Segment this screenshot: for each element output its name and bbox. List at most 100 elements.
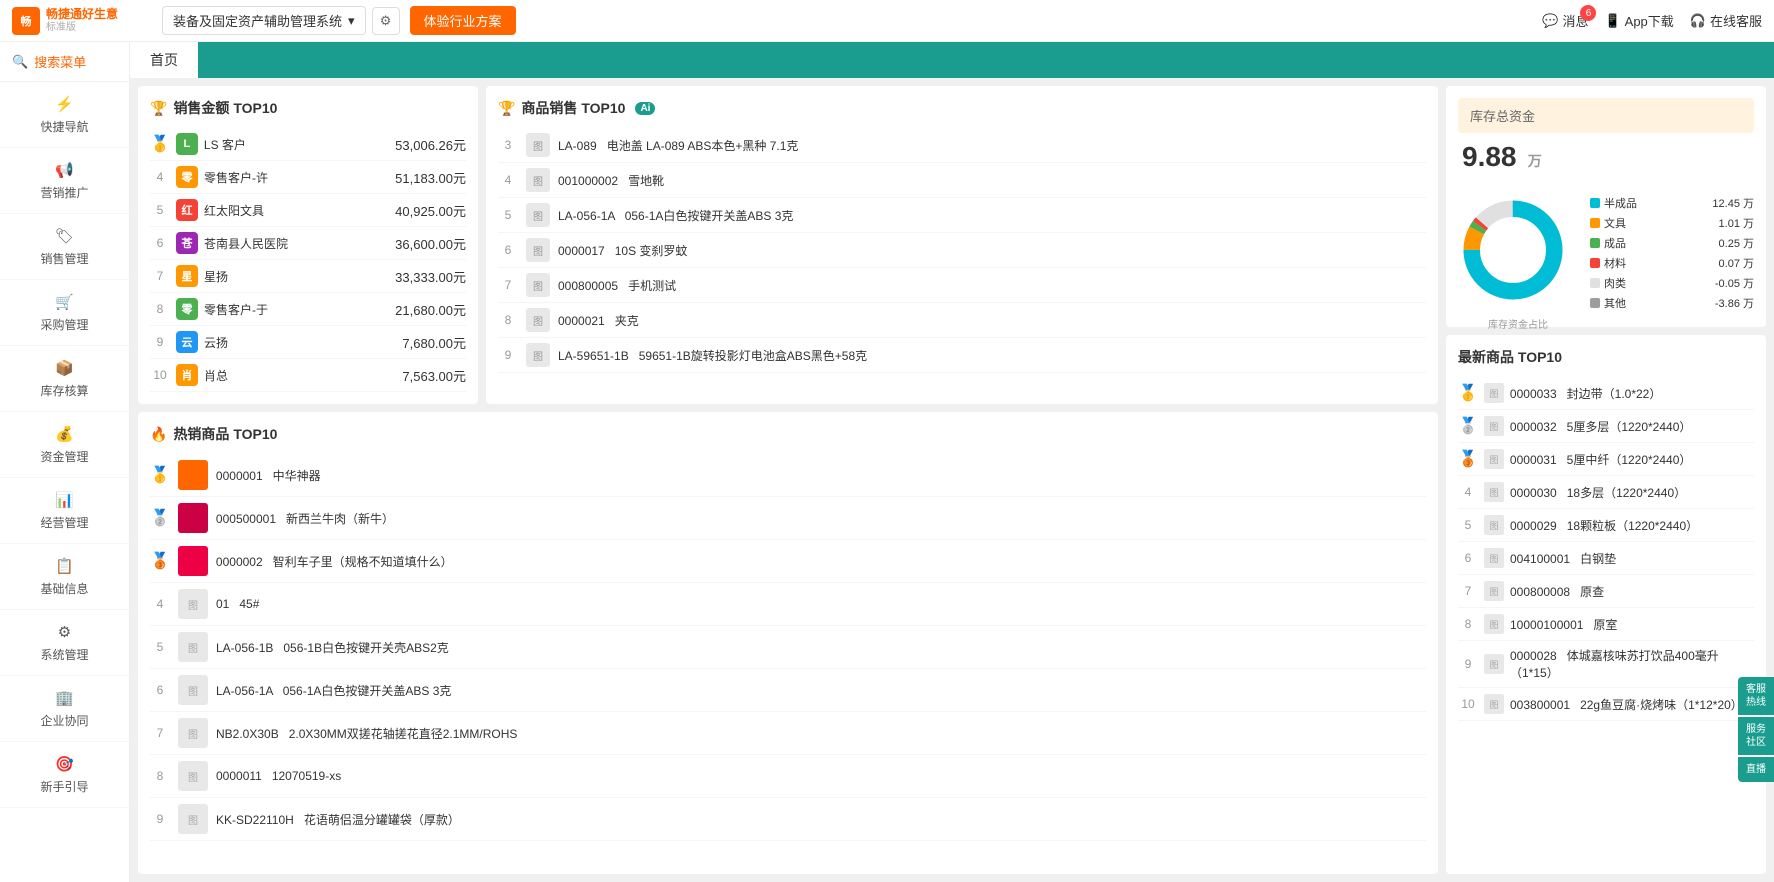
table-row: 7 星 星扬 33,333.00元 — [150, 260, 466, 293]
inventory-title: 库存总资金 — [1470, 106, 1535, 125]
legend-dot — [1590, 298, 1600, 308]
legend-dot — [1590, 278, 1600, 288]
product-thumb: 图 — [178, 804, 208, 834]
right-panel: 库存总资金 9.88 万 — [1446, 86, 1766, 874]
chart-label: 库存资金占比 — [1488, 316, 1548, 331]
list-item: 6 图 LA-056-1A 056-1A白色按键开关盖ABS 3克 — [150, 669, 1426, 712]
product-thumb: 图 — [526, 133, 550, 157]
list-item: 6 图 004100001 白钢垫 — [1458, 542, 1754, 575]
list-item: 5 图 LA-056-1B 056-1B白色按键开关壳ABS2克 — [150, 626, 1426, 669]
hot-products-title: 🔥 热销商品 TOP10 — [150, 424, 1426, 444]
gear-button[interactable]: ⚙ — [372, 7, 400, 35]
message-badge: 6 — [1580, 5, 1596, 21]
product-thumb: 图 — [1484, 515, 1504, 535]
sidebar-item-enterprise[interactable]: 🏢 企业协同 — [0, 676, 129, 742]
nav-tabs: 首页 — [130, 42, 1774, 78]
product-thumb: 图 — [526, 168, 550, 192]
sidebar-item-finance[interactable]: 💰 资金管理 — [0, 412, 129, 478]
sidebar-item-basic-info[interactable]: 📋 基础信息 — [0, 544, 129, 610]
legend-item: 成品 0.25 万 — [1590, 235, 1754, 251]
product-thumb: 图 — [526, 273, 550, 297]
basic-info-icon: 📋 — [55, 556, 75, 576]
top-row: 🏆 销售金额 TOP10 🥇 L LS 客户 53,006.26元 4 — [138, 86, 1438, 404]
inventory-top-bar: 库存总资金 — [1458, 98, 1754, 133]
list-item: 🥉 图 0000031 5厘中纤（1220*2440） — [1458, 443, 1754, 476]
table-row: 10 肖 肖总 7,563.00元 — [150, 359, 466, 392]
legend-dot — [1590, 198, 1600, 208]
latest-products-title: 最新商品 TOP10 — [1458, 347, 1754, 367]
service-button[interactable]: 🎧 在线客服 — [1690, 11, 1762, 30]
medal-icon: 🥇 — [150, 134, 170, 154]
list-item: 4 图 0000030 18多层（1220*2440） — [1458, 476, 1754, 509]
guide-icon: 🎯 — [55, 754, 75, 774]
list-item: 9 图 0000028 体城嘉核味苏打饮品400毫升（1*15） — [1458, 641, 1754, 688]
enterprise-icon: 🏢 — [55, 688, 75, 708]
sidebar: 🔍 搜索菜单 ⚡ 快捷导航 📢 营销推广 🏷 销售管理 🛒 采购管理 📦 库存核… — [0, 42, 130, 882]
product-thumb: 图 — [178, 632, 208, 662]
rank-badge: 红 — [176, 199, 198, 221]
product-thumb: 图 — [1484, 416, 1504, 436]
sidebar-item-inventory[interactable]: 📦 库存核算 — [0, 346, 129, 412]
table-row: 9 云 云扬 7,680.00元 — [150, 326, 466, 359]
message-button[interactable]: 💬 消息 6 — [1542, 11, 1588, 30]
sales-icon: 🏷 — [55, 226, 75, 246]
list-item: 4 图 01 45# — [150, 583, 1426, 626]
message-icon: 💬 — [1542, 13, 1558, 29]
list-item: 🥈 图 0000032 5厘多层（1220*2440） — [1458, 410, 1754, 443]
product-sales-title: 🏆 商品销售 TOP10 Ai — [498, 98, 1426, 118]
product-thumb: 图 — [526, 308, 550, 332]
medal-icon: 🥈 — [1458, 416, 1478, 436]
legend-dot — [1590, 258, 1600, 268]
logo-icon: 畅 — [12, 7, 40, 35]
table-row: 8 图 0000021 夹克 — [498, 303, 1426, 338]
product-thumb: 图 — [526, 343, 550, 367]
rank-badge: 零 — [176, 166, 198, 188]
sidebar-item-quick-nav[interactable]: ⚡ 快捷导航 — [0, 82, 129, 148]
product-thumb: 图 — [1484, 581, 1504, 601]
legend-item: 其他 -3.86 万 — [1590, 295, 1754, 311]
latest-products-card: 最新商品 TOP10 🥇 图 0000033 封边带（1.0*22） 🥈 图 0… — [1446, 335, 1766, 874]
table-row: 6 图 0000017 10S 变刹罗蚊 — [498, 233, 1426, 268]
sidebar-item-marketing[interactable]: 📢 营销推广 — [0, 148, 129, 214]
system-selector[interactable]: 装备及固定资产辅助管理系统 ▾ — [162, 6, 366, 35]
inventory-amount: 9.88 万 — [1458, 141, 1542, 173]
sidebar-item-sales[interactable]: 🏷 销售管理 — [0, 214, 129, 280]
search-menu[interactable]: 🔍 搜索菜单 — [0, 42, 129, 82]
chart-legend: 半成品 12.45 万 文具 1.01 万 成品 0 — [1590, 195, 1754, 315]
service-community-button[interactable]: 服务社区 — [1738, 717, 1774, 755]
sidebar-item-operations[interactable]: 📊 经营管理 — [0, 478, 129, 544]
product-thumb: 图 — [526, 203, 550, 227]
customer-ranking-title: 🏆 销售金额 TOP10 — [150, 98, 466, 118]
sidebar-item-system[interactable]: ⚙ 系统管理 — [0, 610, 129, 676]
list-item: 🥇 0000001 中华神器 — [150, 454, 1426, 497]
sidebar-item-guide[interactable]: 🎯 新手引导 — [0, 742, 129, 808]
live-broadcast-button[interactable]: 直播 — [1738, 757, 1774, 782]
legend-item: 材料 0.07 万 — [1590, 255, 1754, 271]
table-row: 4 图 001000002 雪地靴 — [498, 163, 1426, 198]
rank-badge: 苍 — [176, 232, 198, 254]
list-item: 9 图 KK-SD22110H 花语萌侣温分罐罐袋（厚款） — [150, 798, 1426, 841]
list-item: 7 图 000800008 原查 — [1458, 575, 1754, 608]
trial-button[interactable]: 体验行业方案 — [410, 6, 516, 35]
list-item: 5 图 0000029 18颗粒板（1220*2440） — [1458, 509, 1754, 542]
product-thumb — [178, 503, 208, 533]
headset-icon: 🎧 — [1690, 13, 1706, 29]
customer-ranking-card: 🏆 销售金额 TOP10 🥇 L LS 客户 53,006.26元 4 — [138, 86, 478, 404]
product-thumb — [178, 546, 208, 576]
product-thumb — [178, 460, 208, 490]
table-row: 8 零 零售客户-于 21,680.00元 — [150, 293, 466, 326]
list-item: 🥇 图 0000033 封边带（1.0*22） — [1458, 377, 1754, 410]
table-row: 6 苍 苍南县人民医院 36,600.00元 — [150, 227, 466, 260]
sidebar-item-purchase[interactable]: 🛒 采购管理 — [0, 280, 129, 346]
donut-chart: 库存资金占比 — [1458, 195, 1578, 315]
customer-service-button[interactable]: 客服热线 — [1738, 677, 1774, 715]
app-download-button[interactable]: 📱 App下载 — [1604, 11, 1673, 30]
hot-products-card: 🔥 热销商品 TOP10 🥇 0000001 中华神器 🥈 000500001 … — [138, 412, 1438, 874]
operations-icon: 📊 — [55, 490, 75, 510]
table-row: 4 零 零售客户-许 51,183.00元 — [150, 161, 466, 194]
product-thumb: 图 — [178, 675, 208, 705]
tab-home[interactable]: 首页 — [130, 42, 198, 78]
logo-area: 畅 畅捷通好生意 标准版 — [12, 7, 142, 35]
legend-item: 半成品 12.45 万 — [1590, 195, 1754, 211]
logo-text: 畅捷通好生意 标准版 — [46, 7, 118, 33]
